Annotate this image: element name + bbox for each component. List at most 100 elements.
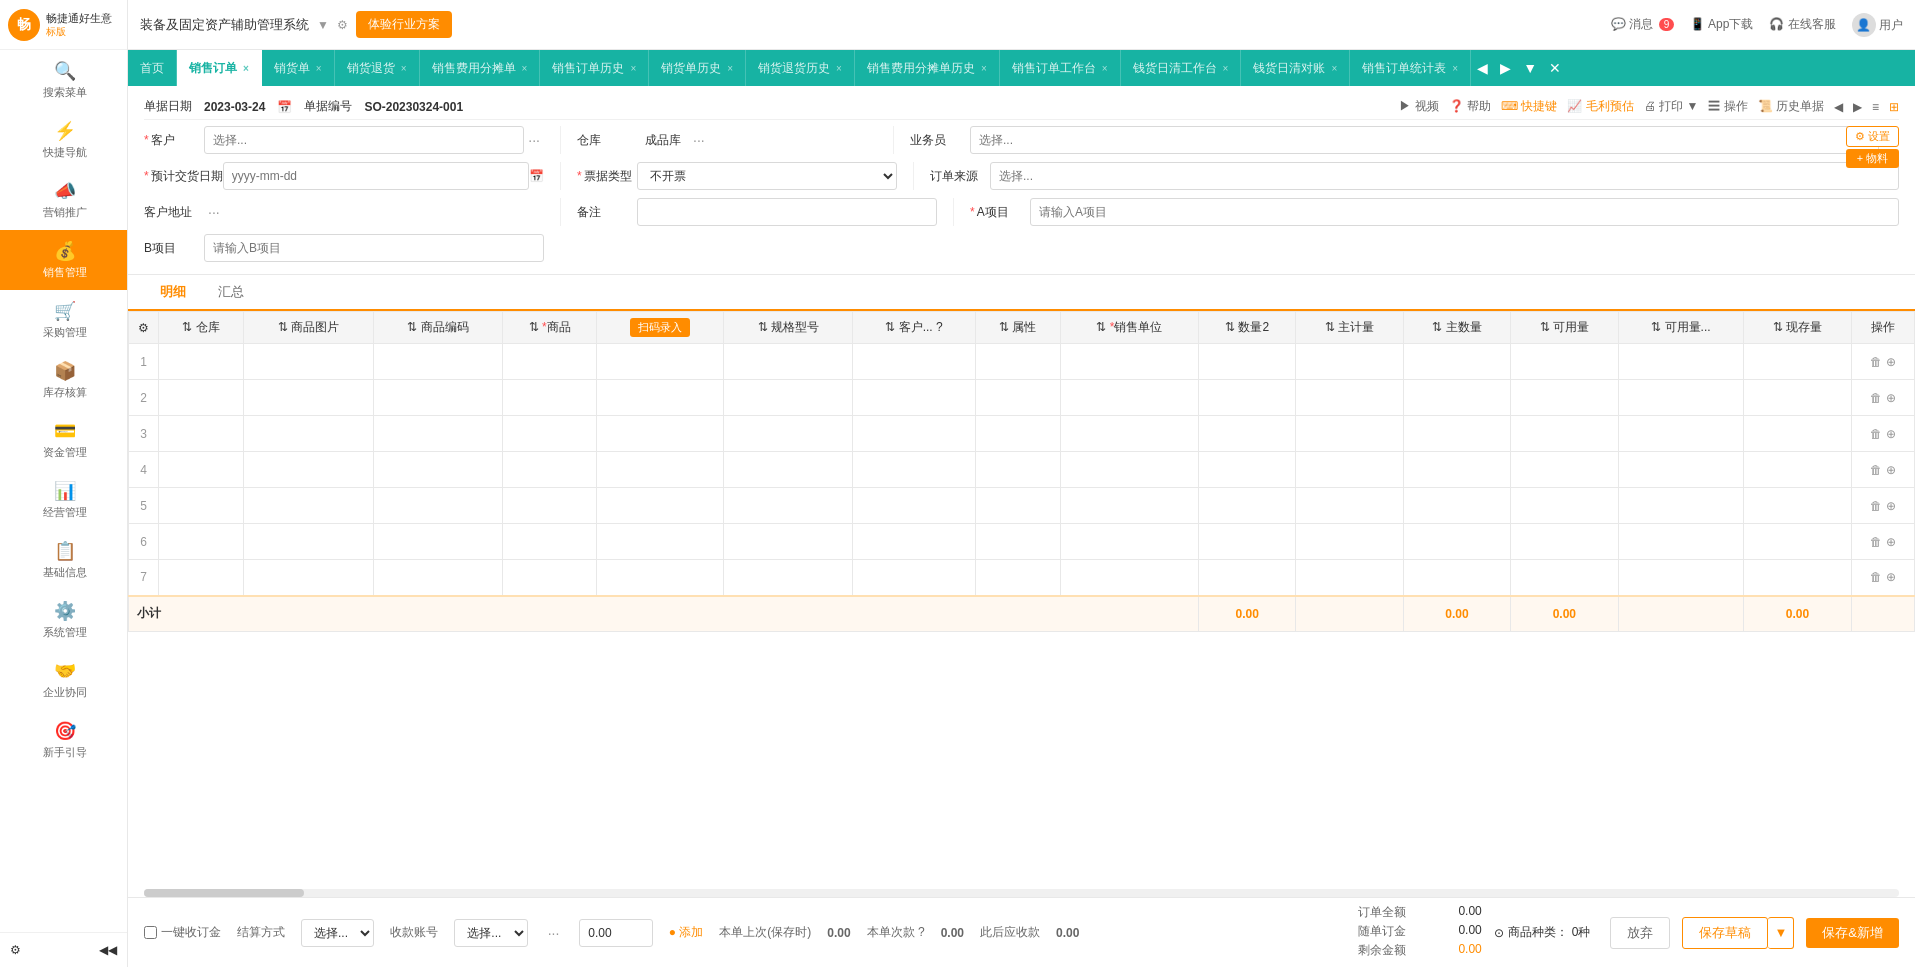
- row-3-cust[interactable]: [853, 416, 975, 452]
- row-4-action[interactable]: 🗑 ⊕: [1851, 452, 1914, 488]
- row-3-main-unit[interactable]: [1296, 416, 1403, 452]
- tab-close-fee-hist[interactable]: ×: [981, 63, 987, 74]
- tab-menu-btn[interactable]: ▼: [1517, 60, 1543, 76]
- sort-icon-7[interactable]: ⇅: [999, 320, 1009, 334]
- staff-input[interactable]: [970, 126, 1879, 154]
- sort-icon[interactable]: ⇅: [182, 320, 192, 334]
- delete-icon-4[interactable]: 🗑: [1870, 463, 1882, 477]
- discard-btn[interactable]: 放弃: [1610, 917, 1670, 949]
- invoice-select[interactable]: 不开票: [637, 162, 897, 190]
- sort-icon-11[interactable]: ⇅: [1432, 320, 1442, 334]
- nav-next-icon[interactable]: ▶: [1853, 100, 1862, 114]
- tab-close-sales-order[interactable]: ×: [243, 63, 249, 74]
- scan-btn[interactable]: 扫码录入: [630, 318, 690, 337]
- row-3-stock[interactable]: [1744, 416, 1851, 452]
- row-1-cust[interactable]: [853, 344, 975, 380]
- row-1-spec[interactable]: [723, 344, 852, 380]
- sidebar-item-quick[interactable]: ⚡ 快捷导航: [0, 110, 127, 170]
- sort-icon-5[interactable]: ⇅: [758, 320, 768, 334]
- tab-detail[interactable]: 明细: [144, 275, 202, 311]
- tab-close-order-hist[interactable]: ×: [630, 63, 636, 74]
- tab-home[interactable]: 首页: [128, 50, 177, 86]
- a-project-input[interactable]: [1030, 198, 1899, 226]
- row-3-code[interactable]: [373, 416, 502, 452]
- copy-icon-5[interactable]: ⊕: [1886, 499, 1896, 513]
- view-btn[interactable]: ▶ 视频: [1399, 98, 1438, 115]
- copy-icon-2[interactable]: ⊕: [1886, 391, 1896, 405]
- row-3-avail[interactable]: [1511, 416, 1618, 452]
- delete-icon-3[interactable]: 🗑: [1870, 427, 1882, 441]
- delivery-date-input[interactable]: [223, 162, 529, 190]
- row-3-main-qty[interactable]: [1403, 416, 1510, 452]
- row-2-spec[interactable]: [723, 380, 852, 416]
- sidebar-item-operations[interactable]: 📊 经营管理: [0, 470, 127, 530]
- online-service-btn[interactable]: 🎧 在线客服: [1769, 16, 1835, 33]
- row-3-unit[interactable]: [1060, 416, 1198, 452]
- b-project-input[interactable]: [204, 234, 544, 262]
- shortcut-btn[interactable]: ⌨ 快捷键: [1501, 98, 1557, 115]
- row-2-product[interactable]: [503, 380, 597, 416]
- tab-order-stats[interactable]: 销售订单统计表 ×: [1350, 50, 1471, 86]
- sort-icon-3[interactable]: ⇅: [407, 320, 417, 334]
- row-1-warehouse[interactable]: [159, 344, 244, 380]
- sort-icon-4[interactable]: ⇅: [529, 320, 539, 334]
- order-source-input[interactable]: [990, 162, 1899, 190]
- row-1-avail2[interactable]: [1618, 344, 1744, 380]
- row-1-product[interactable]: [503, 344, 597, 380]
- settings-form-btn[interactable]: ⚙ 设置: [1846, 126, 1899, 147]
- grid-view-icon[interactable]: ⊞: [1889, 100, 1899, 114]
- sidebar-item-guide[interactable]: 🎯 新手引导: [0, 710, 127, 770]
- app-download-btn[interactable]: 📱 App下载: [1690, 16, 1753, 33]
- sidebar-item-purchase[interactable]: 🛒 采购管理: [0, 290, 127, 350]
- row-2-img[interactable]: [244, 380, 373, 416]
- calendar-icon[interactable]: 📅: [277, 100, 292, 114]
- row-3-attr[interactable]: [975, 416, 1060, 452]
- scroll-bar[interactable]: [144, 889, 1899, 897]
- row-2-warehouse[interactable]: [159, 380, 244, 416]
- row-3-scan[interactable]: [597, 416, 724, 452]
- addr-expand-btn[interactable]: ···: [204, 204, 224, 220]
- sort-icon-2[interactable]: ⇅: [278, 320, 288, 334]
- row-1-qty2[interactable]: [1198, 344, 1296, 380]
- row-1-attr[interactable]: [975, 344, 1060, 380]
- tab-close-ret-hist[interactable]: ×: [836, 63, 842, 74]
- tab-order-history[interactable]: 销售订单历史 ×: [540, 50, 649, 86]
- date-picker-icon[interactable]: 📅: [529, 169, 544, 183]
- tab-close-stats[interactable]: ×: [1452, 63, 1458, 74]
- save-new-btn[interactable]: 保存&新增: [1806, 918, 1899, 948]
- help-icon-footer[interactable]: ?: [918, 925, 925, 939]
- account-expand-btn[interactable]: ···: [544, 925, 564, 941]
- row-1-img[interactable]: [244, 344, 373, 380]
- row-2-attr[interactable]: [975, 380, 1060, 416]
- tab-return-history[interactable]: 销货退货历史 ×: [746, 50, 855, 86]
- sidebar-item-system[interactable]: ⚙️ 系统管理: [0, 590, 127, 650]
- row-7-action[interactable]: 🗑 ⊕: [1851, 560, 1914, 596]
- add-material-btn[interactable]: + 物料: [1846, 149, 1899, 168]
- tab-daily-workbench[interactable]: 钱货日清工作台 ×: [1121, 50, 1242, 86]
- sidebar-item-search[interactable]: 🔍 搜索菜单: [0, 50, 127, 110]
- message-btn[interactable]: 💬 消息 9: [1611, 16, 1674, 33]
- copy-icon-4[interactable]: ⊕: [1886, 463, 1896, 477]
- sort-icon-14[interactable]: ⇅: [1773, 320, 1783, 334]
- add-btn[interactable]: ● 添加: [669, 924, 704, 941]
- copy-icon-7[interactable]: ⊕: [1886, 570, 1896, 584]
- save-draft-btn[interactable]: 保存草稿: [1682, 917, 1768, 949]
- operate-btn[interactable]: ☰ 操作: [1708, 98, 1747, 115]
- sidebar-item-inventory[interactable]: 📦 库存核算: [0, 350, 127, 410]
- sort-icon-13[interactable]: ⇅: [1651, 320, 1661, 334]
- tab-sales-order[interactable]: 销售订单 ×: [177, 50, 262, 86]
- row-2-code[interactable]: [373, 380, 502, 416]
- tab-close-reconcile[interactable]: ×: [1331, 63, 1337, 74]
- help-btn[interactable]: ❓ 帮助: [1449, 98, 1491, 115]
- user-avatar[interactable]: 👤 用户: [1852, 13, 1903, 37]
- customer-expand-btn[interactable]: ···: [524, 132, 544, 148]
- list-view-icon[interactable]: ≡: [1872, 100, 1879, 114]
- copy-icon-3[interactable]: ⊕: [1886, 427, 1896, 441]
- row-3-product[interactable]: [503, 416, 597, 452]
- save-draft-dropdown-btn[interactable]: ▼: [1768, 917, 1794, 949]
- nav-prev-icon[interactable]: ◀: [1834, 100, 1843, 114]
- row-2-avail2[interactable]: [1618, 380, 1744, 416]
- sort-icon-6[interactable]: ⇅: [885, 320, 895, 334]
- collapse-icon[interactable]: ◀◀: [99, 943, 117, 957]
- tab-close-fee-split[interactable]: ×: [522, 63, 528, 74]
